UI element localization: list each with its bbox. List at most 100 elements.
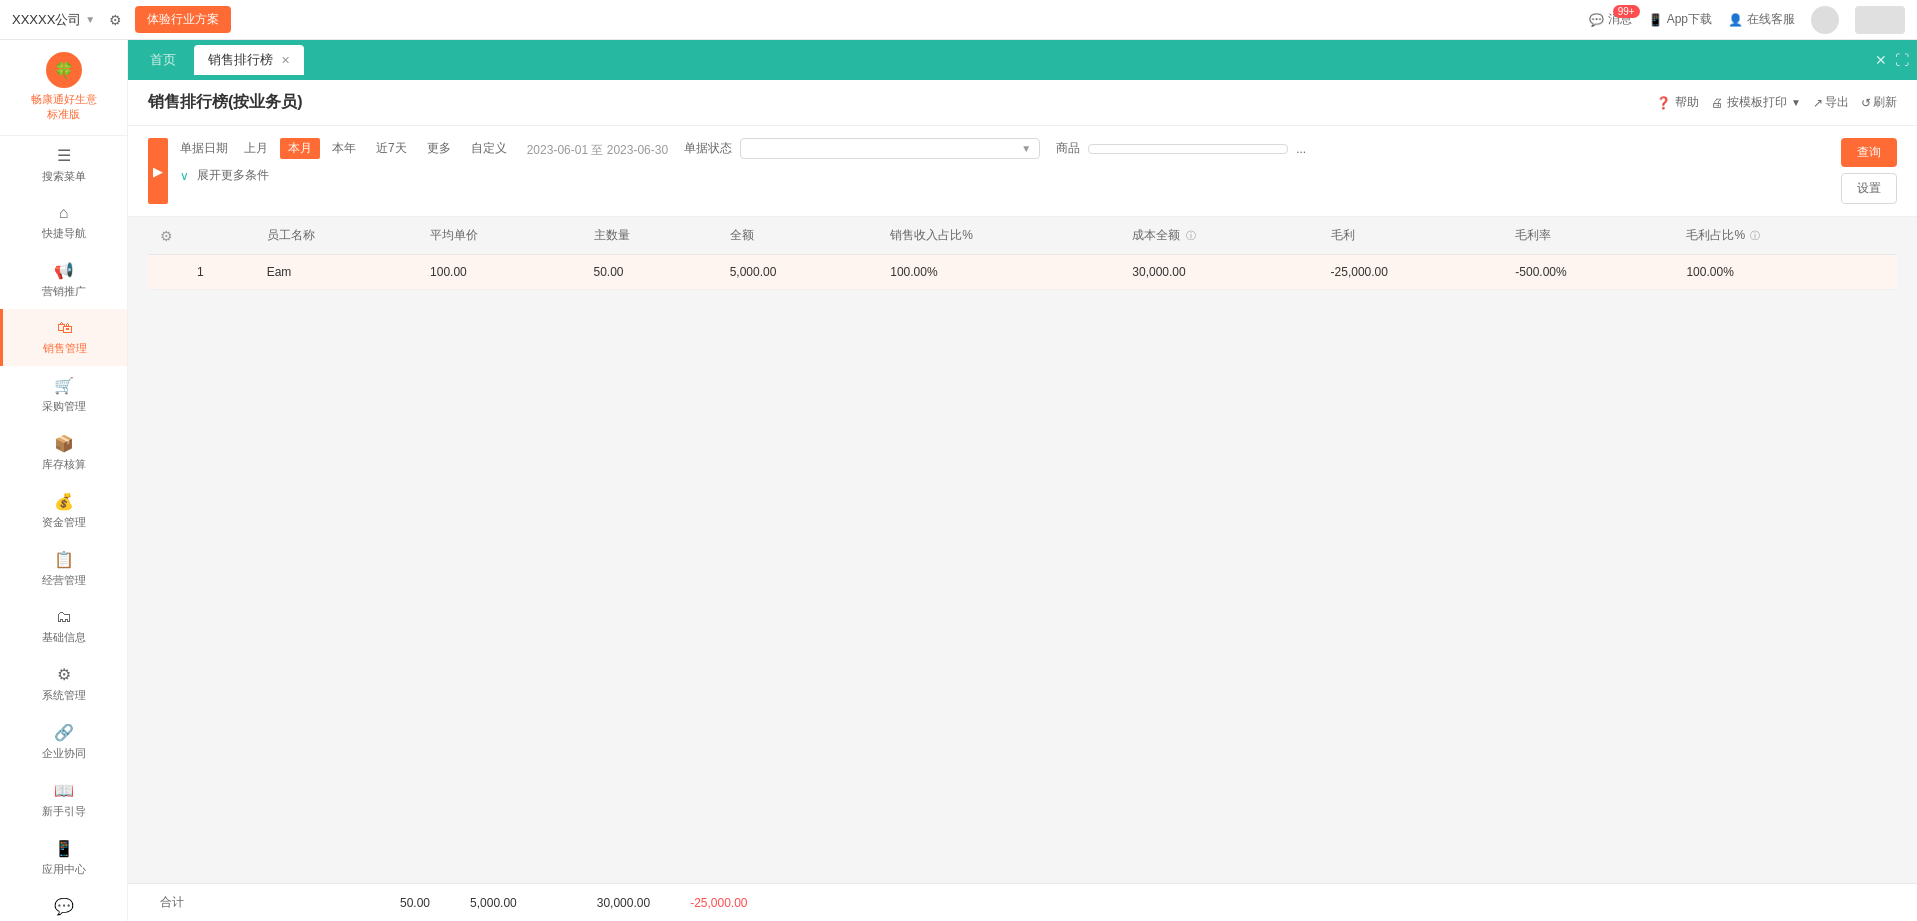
col-settings-header: ⚙ xyxy=(148,217,185,255)
col-gross-profit-header: 毛利 xyxy=(1319,217,1504,255)
date-tab-this-month[interactable]: 本月 xyxy=(280,138,320,159)
table-footer: 合计 50.00 5,000.00 30,000.00 -25,000.00 xyxy=(128,883,1917,921)
date-tab-7days[interactable]: 近7天 xyxy=(368,138,415,159)
footer-cost-amount: 30,000.00 xyxy=(597,896,650,910)
content-area: 首页 销售排行榜 ✕ ✕ ⛶ 销售排行榜(按业务员) ❓ 帮助 xyxy=(128,40,1917,921)
tab-maximize-icon[interactable]: ⛶ xyxy=(1895,52,1909,68)
nav-icon-1: ⌂ xyxy=(59,204,69,222)
sidebar-item-5[interactable]: 📦 库存核算 xyxy=(0,424,127,482)
template-print-label: 按模板打印 xyxy=(1727,94,1787,111)
tab-minimize-icon[interactable]: ✕ xyxy=(1875,52,1887,68)
table-section: ⚙ 员工名称 平均单价 主数量 全额 销售收入占比% 成本全额 ⓘ xyxy=(128,217,1917,921)
settings-gear-button[interactable]: ⚙ xyxy=(103,8,127,32)
sidebar-item-12[interactable]: 📱应用中心 xyxy=(0,829,127,887)
table-row: 1 Eam 100.00 50.00 5,000.00 100.00% 30,0… xyxy=(148,255,1897,290)
tab-close-icon[interactable]: ✕ xyxy=(281,54,290,67)
template-print-button[interactable]: 🖨 按模板打印 ▼ xyxy=(1711,94,1801,111)
company-selector[interactable]: XXXXX公司 ▼ xyxy=(12,11,95,29)
tab-sales-ranking[interactable]: 销售排行榜 ✕ xyxy=(194,45,304,75)
row-index-0: 1 xyxy=(185,255,255,290)
online-service-button[interactable]: 👤 在线客服 xyxy=(1728,11,1795,28)
table-body: 1 Eam 100.00 50.00 5,000.00 100.00% 30,0… xyxy=(148,255,1897,290)
avatar[interactable] xyxy=(1811,6,1839,34)
date-tabs: 上月 本月 本年 近7天 更多 自定义 xyxy=(236,138,515,159)
nav-icon-5: 📦 xyxy=(54,434,74,453)
status-label: 单据状态 xyxy=(684,140,732,157)
table-header-row: ⚙ 员工名称 平均单价 主数量 全额 销售收入占比% 成本全额 ⓘ xyxy=(148,217,1897,255)
col-sales-pct-header: 销售收入占比% xyxy=(878,217,1120,255)
page-header: 销售排行榜(按业务员) ❓ 帮助 🖨 按模板打印 ▼ ↗ 导出 xyxy=(128,80,1917,126)
nav-icon-6: 💰 xyxy=(54,492,74,511)
page-title: 销售排行榜(按业务员) xyxy=(148,92,303,113)
status-select[interactable]: ▼ xyxy=(740,138,1040,159)
sidebar-nav: ☰搜索菜单⌂快捷导航📢营销推广🛍销售管理🛒采购管理 📦 库存核算 💰资金管理📋经营管理… xyxy=(0,136,127,921)
footer-gross-profit: -25,000.00 xyxy=(690,896,747,910)
footer-main-qty: 50.00 xyxy=(400,896,430,910)
sidebar-item-9[interactable]: ⚙ 系统管理 xyxy=(0,655,127,713)
sidebar-item-10[interactable]: 🔗企业协同 xyxy=(0,713,127,771)
goods-input[interactable] xyxy=(1088,144,1288,154)
sidebar-item-7[interactable]: 📋经营管理 xyxy=(0,540,127,598)
query-button[interactable]: 查询 xyxy=(1841,138,1897,167)
nav-icon-9: ⚙ xyxy=(57,665,71,684)
table-settings-icon[interactable]: ⚙ xyxy=(160,228,173,244)
row-gross-pct-0: 100.00% xyxy=(1674,255,1897,290)
tab-bar-right: ✕ ⛶ xyxy=(1875,52,1909,68)
sidebar-item-13[interactable]: 💬企业微信 xyxy=(0,887,127,921)
goods-more-btn[interactable]: ... xyxy=(1296,142,1306,156)
sidebar-item-6[interactable]: 💰资金管理 xyxy=(0,482,127,540)
col-main-qty-header: 主数量 xyxy=(582,217,718,255)
nav-icon-10: 🔗 xyxy=(54,723,74,742)
footer-values: 50.00 5,000.00 30,000.00 -25,000.00 xyxy=(240,896,748,910)
date-tab-custom[interactable]: 自定义 xyxy=(463,138,515,159)
sidebar-item-11[interactable]: 📖 新手引导 xyxy=(0,771,127,829)
message-icon: 💬 xyxy=(1589,13,1604,27)
sidebar-item-4[interactable]: 🛒采购管理 xyxy=(0,366,127,424)
nav-label-5: 库存核算 xyxy=(42,457,86,472)
nav-label-11: 新手引导 xyxy=(42,804,86,819)
table-container: ⚙ 员工名称 平均单价 主数量 全额 销售收入占比% 成本全额 ⓘ xyxy=(128,217,1917,883)
col-cost-header: 成本全额 ⓘ xyxy=(1120,217,1318,255)
date-tab-last-month[interactable]: 上月 xyxy=(236,138,276,159)
help-button[interactable]: ❓ 帮助 xyxy=(1656,94,1699,111)
expand-arrow-icon: ∨ xyxy=(180,169,189,183)
sidebar-item-1[interactable]: ⌂快捷导航 xyxy=(0,194,127,251)
expand-more-btn[interactable]: ∨ 展开更多条件 xyxy=(180,167,1817,184)
sidebar-item-3[interactable]: 🛍销售管理 xyxy=(0,309,127,366)
refresh-icon: ↺ xyxy=(1861,96,1871,110)
export-button[interactable]: ↗ 导出 xyxy=(1813,94,1849,111)
company-dropdown-arrow: ▼ xyxy=(85,14,95,25)
trial-button[interactable]: 体验行业方案 xyxy=(135,6,231,33)
col-index-header xyxy=(185,217,255,255)
message-button[interactable]: 💬 消息 99+ xyxy=(1589,11,1632,28)
row-main-qty-0: 50.00 xyxy=(582,255,718,290)
sidebar-item-8[interactable]: 🗂基础信息 xyxy=(0,598,127,655)
row-gross-margin-0: -500.00% xyxy=(1503,255,1674,290)
sidebar-logo: 🍀 畅康通好生意 标准版 xyxy=(0,40,127,136)
refresh-button[interactable]: ↺ 刷新 xyxy=(1861,94,1897,111)
logo-icon: 🍀 xyxy=(46,52,82,88)
goods-filter: 商品 ... xyxy=(1056,140,1306,157)
sidebar-item-0[interactable]: ☰搜索菜单 xyxy=(0,136,127,194)
top-bar-left: XXXXX公司 ▼ ⚙ 体验行业方案 xyxy=(12,6,231,33)
nav-label-3: 销售管理 xyxy=(43,341,87,356)
logo-text: 畅康通好生意 标准版 xyxy=(31,92,97,123)
tab-home[interactable]: 首页 xyxy=(136,45,190,75)
nav-icon-13: 💬 xyxy=(54,897,74,916)
nav-icon-12: 📱 xyxy=(54,839,74,858)
online-service-label: 在线客服 xyxy=(1747,11,1795,28)
app-download-button[interactable]: 📱 App下载 xyxy=(1648,11,1712,28)
quick-expand-button[interactable]: ▶ xyxy=(148,138,168,204)
nav-icon-11: 📖 xyxy=(54,781,74,800)
nav-label-9: 系统管理 xyxy=(42,688,86,703)
company-name: XXXXX公司 xyxy=(12,11,81,29)
col-total-amount-header: 全额 xyxy=(718,217,879,255)
tab-bar: 首页 销售排行榜 ✕ ✕ ⛶ xyxy=(128,40,1917,80)
filter-settings-button[interactable]: 设置 xyxy=(1841,173,1897,204)
nav-label-4: 采购管理 xyxy=(42,399,86,414)
row-avg-price-0: 100.00 xyxy=(418,255,581,290)
sidebar-item-2[interactable]: 📢营销推广 xyxy=(0,251,127,309)
date-filter: 单据日期 上月 本月 本年 近7天 更多 自定义 xyxy=(180,138,668,159)
date-tab-more[interactable]: 更多 xyxy=(419,138,459,159)
date-tab-this-year[interactable]: 本年 xyxy=(324,138,364,159)
